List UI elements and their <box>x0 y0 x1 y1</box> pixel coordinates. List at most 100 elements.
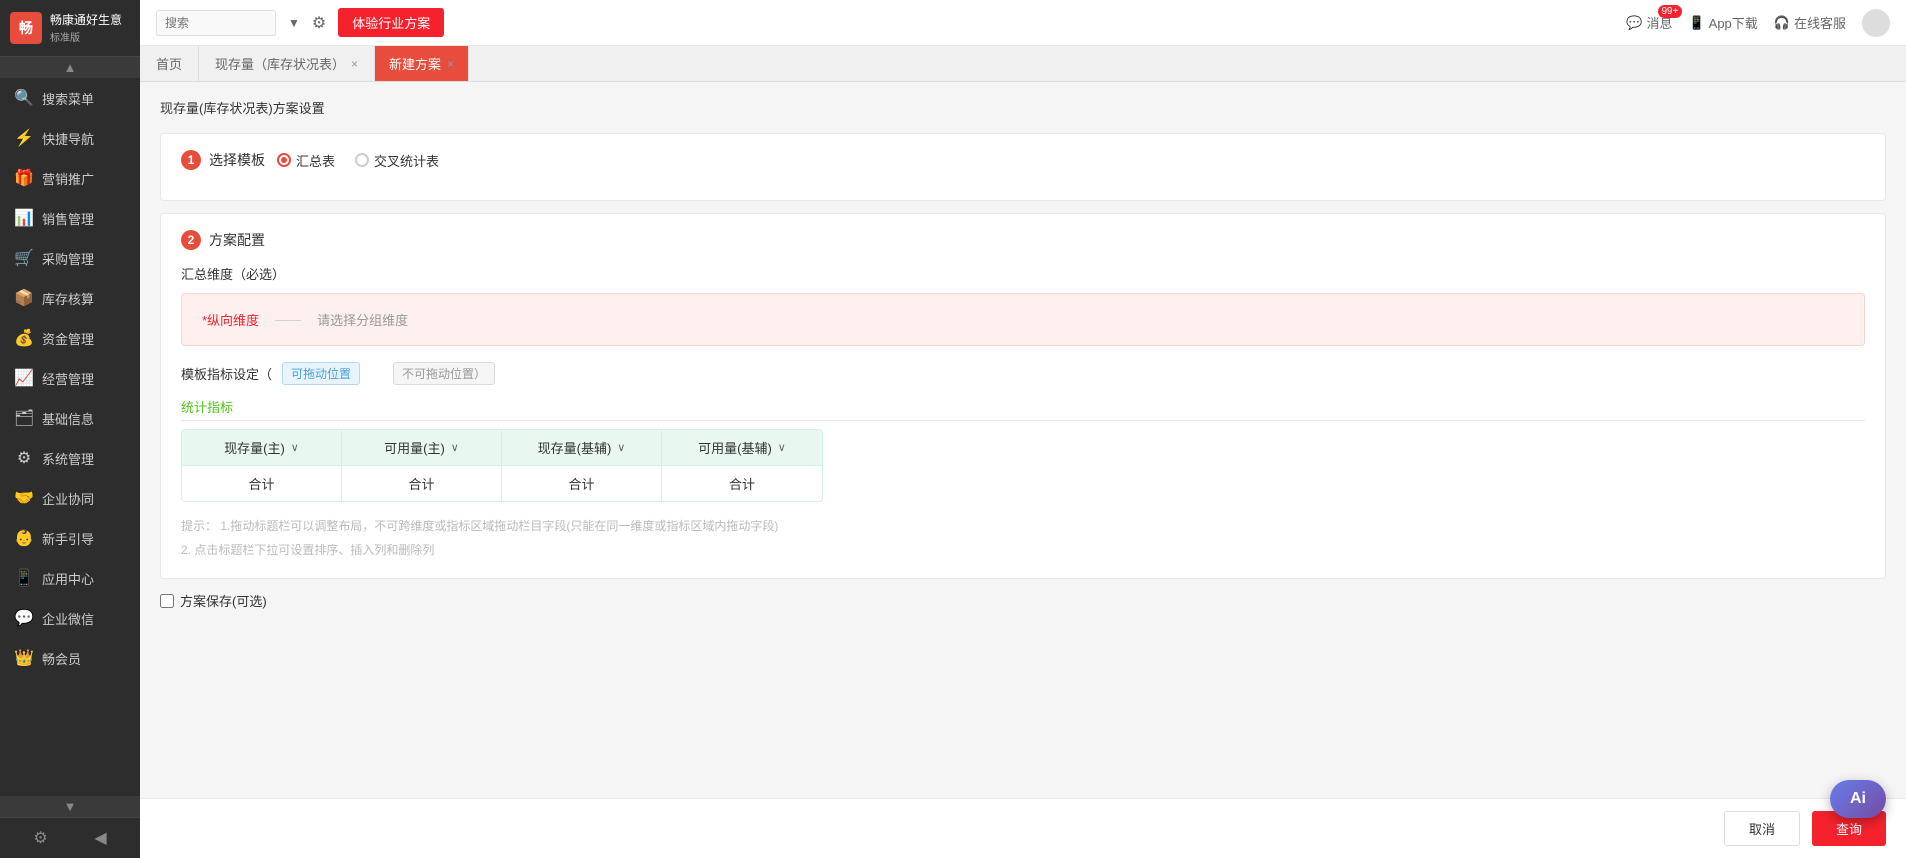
stats-title: 统计指标 <box>181 397 1865 421</box>
tab-new-scheme-label: 新建方案 <box>389 54 441 73</box>
sidebar-item-finance[interactable]: 💰 资金管理 <box>0 318 140 358</box>
cancel-button[interactable]: 取消 <box>1724 811 1800 846</box>
stats-col-3[interactable]: 可用量(基辅) ∨ <box>662 430 822 465</box>
sidebar-item-member[interactable]: 👑 畅会员 <box>0 638 140 678</box>
stats-cell-2: 合计 <box>502 466 662 501</box>
sidebar-label-appstore: 应用中心 <box>42 569 94 588</box>
stats-cell-1: 合计 <box>342 466 502 501</box>
service-icon: 🎧 <box>1774 15 1790 31</box>
sidebar-scroll-down[interactable]: ▼ <box>0 796 140 817</box>
service-btn[interactable]: 🎧 在线客服 <box>1774 13 1846 32</box>
sidebar-item-system[interactable]: ⚙ 系统管理 <box>0 438 140 478</box>
sidebar-item-purchase[interactable]: 🛒 采购管理 <box>0 238 140 278</box>
sidebar-item-quick-nav[interactable]: ⚡ 快捷导航 <box>0 118 140 158</box>
sidebar-item-search[interactable]: 🔍 搜索菜单 <box>0 78 140 118</box>
sidebar-item-business[interactable]: 📈 经营管理 <box>0 358 140 398</box>
sidebar-items-list: 🔍 搜索菜单 ⚡ 快捷导航 🎁 营销推广 📊 销售管理 🛒 采购管理 📦 库存核… <box>0 78 140 796</box>
sidebar-item-basic[interactable]: 🗂 基础信息 <box>0 398 140 438</box>
dimension-arrow: —— <box>275 312 301 327</box>
stats-col-1[interactable]: 可用量(主) ∨ <box>342 430 502 465</box>
app-logo-icon: 畅 <box>10 12 42 44</box>
section-template: 1 选择模板 汇总表 交叉统计表 <box>160 133 1886 201</box>
tab-home[interactable]: 首页 <box>140 46 199 81</box>
dropdown-icon[interactable]: ▼ <box>288 16 300 30</box>
stats-col-2[interactable]: 现存量(基辅) ∨ <box>502 430 662 465</box>
sidebar: 畅 畅康通好生意 标准版 ▲ 🔍 搜索菜单 ⚡ 快捷导航 🎁 营销推广 📊 销售… <box>0 0 140 858</box>
radio-summary[interactable]: 汇总表 <box>277 151 335 170</box>
scheme-save-checkbox[interactable] <box>160 594 174 608</box>
sidebar-icon-quick-nav: ⚡ <box>14 128 34 148</box>
sidebar-label-business: 经营管理 <box>42 369 94 388</box>
sidebar-label-finance: 资金管理 <box>42 329 94 348</box>
radio-cross-dot <box>355 153 369 167</box>
content-area: 现存量(库存状况表)方案设置 1 选择模板 汇总表 交叉统计表 <box>140 82 1906 798</box>
tab-new-scheme[interactable]: 新建方案 × <box>375 46 469 81</box>
app-name: 畅康通好生意 <box>50 12 122 29</box>
sidebar-item-sales[interactable]: 📊 销售管理 <box>0 198 140 238</box>
settings-bottom-icon[interactable]: ⚙ <box>33 828 47 848</box>
sidebar-label-wechat: 企业微信 <box>42 609 94 628</box>
app-download-btn[interactable]: 📱 App下载 <box>1688 13 1757 32</box>
sidebar-bottom: ⚙ ◀ <box>0 817 140 858</box>
tab-inventory-close[interactable]: × <box>351 57 358 71</box>
stats-cell-0: 合计 <box>182 466 342 501</box>
sidebar-icon-sales: 📊 <box>14 208 34 228</box>
stats-col-0[interactable]: 现存量(主) ∨ <box>182 430 342 465</box>
app-name-block: 畅康通好生意 标准版 <box>50 12 122 44</box>
metrics-settings: 模板指标设定（ 可拖动位置 不可拖动位置） <box>181 362 1865 385</box>
section2-title: 方案配置 <box>209 230 265 250</box>
app-label: App下载 <box>1709 13 1758 32</box>
stats-col-label-2: 现存量(基辅) <box>538 438 612 457</box>
gear-icon[interactable]: ⚙ <box>312 13 326 33</box>
sidebar-icon-search: 🔍 <box>14 88 34 108</box>
sidebar-item-wechat[interactable]: 💬 企业微信 <box>0 598 140 638</box>
ai-float-button[interactable]: Ai <box>1830 780 1886 818</box>
sidebar-item-appstore[interactable]: 📱 应用中心 <box>0 558 140 598</box>
metrics-sep <box>370 364 383 383</box>
sidebar-icon-wechat: 💬 <box>14 608 34 628</box>
sidebar-scroll-up[interactable]: ▲ <box>0 57 140 78</box>
tab-inventory-label: 现存量（库存状况表） <box>215 54 345 73</box>
stats-table: 现存量(主) ∨ 可用量(主) ∨ 现存量(基辅) ∨ 可用量(基辅) ∨ 合计… <box>181 429 823 502</box>
tab-new-scheme-close[interactable]: × <box>447 57 454 71</box>
sidebar-item-inventory[interactable]: 📦 库存核算 <box>0 278 140 318</box>
industry-btn[interactable]: 体验行业方案 <box>338 8 444 37</box>
radio-summary-dot <box>277 153 291 167</box>
sidebar-label-system: 系统管理 <box>42 449 94 468</box>
sidebar-label-basic: 基础信息 <box>42 409 94 428</box>
search-input[interactable] <box>156 10 276 36</box>
sidebar-icon-appstore: 📱 <box>14 568 34 588</box>
section1-number: 1 <box>181 150 201 170</box>
draggable-badge: 可拖动位置 <box>282 362 360 385</box>
stats-cell-3: 合计 <box>662 466 822 501</box>
dimension-required-area[interactable]: *纵向维度 —— 请选择分组维度 <box>181 293 1865 346</box>
sidebar-label-sales: 销售管理 <box>42 209 94 228</box>
tab-inventory[interactable]: 现存量（库存状况表） × <box>199 46 375 81</box>
tip-1: 提示： 1.拖动标题栏可以调整布局，不可跨维度或指标区域拖动栏目字段(只能在同一… <box>181 514 1865 538</box>
page-title: 现存量(库存状况表)方案设置 <box>160 98 1886 117</box>
collapse-icon[interactable]: ◀ <box>94 828 106 848</box>
radio-cross[interactable]: 交叉统计表 <box>355 151 439 170</box>
message-icon: 💬 <box>1626 15 1642 31</box>
scheme-save-label: 方案保存(可选) <box>180 591 267 610</box>
sidebar-icon-newbie: 👶 <box>14 528 34 548</box>
tips-area: 提示： 1.拖动标题栏可以调整布局，不可跨维度或指标区域拖动栏目字段(只能在同一… <box>181 514 1865 562</box>
sidebar-item-marketing[interactable]: 🎁 营销推广 <box>0 158 140 198</box>
sidebar-label-newbie: 新手引导 <box>42 529 94 548</box>
footer: 取消 查询 <box>140 798 1906 858</box>
topbar-right: 💬 消息 99+ 📱 App下载 🎧 在线客服 <box>1626 9 1890 37</box>
sidebar-label-inventory: 库存核算 <box>42 289 94 308</box>
sidebar-label-cooperation: 企业协同 <box>42 489 94 508</box>
sidebar-icon-basic: 🗂 <box>14 408 34 428</box>
sidebar-label-search: 搜索菜单 <box>42 89 94 108</box>
sidebar-label-quick-nav: 快捷导航 <box>42 129 94 148</box>
sidebar-icon-inventory: 📦 <box>14 288 34 308</box>
message-btn[interactable]: 💬 消息 99+ <box>1626 13 1672 32</box>
scheme-save: 方案保存(可选) <box>160 591 1886 610</box>
sidebar-item-newbie[interactable]: 👶 新手引导 <box>0 518 140 558</box>
user-avatar[interactable] <box>1862 9 1890 37</box>
sidebar-icon-cooperation: 🤝 <box>14 488 34 508</box>
sidebar-item-cooperation[interactable]: 🤝 企业协同 <box>0 478 140 518</box>
stats-col-arrow-3: ∨ <box>778 441 786 454</box>
stats-header-row: 现存量(主) ∨ 可用量(主) ∨ 现存量(基辅) ∨ 可用量(基辅) ∨ <box>182 430 822 465</box>
